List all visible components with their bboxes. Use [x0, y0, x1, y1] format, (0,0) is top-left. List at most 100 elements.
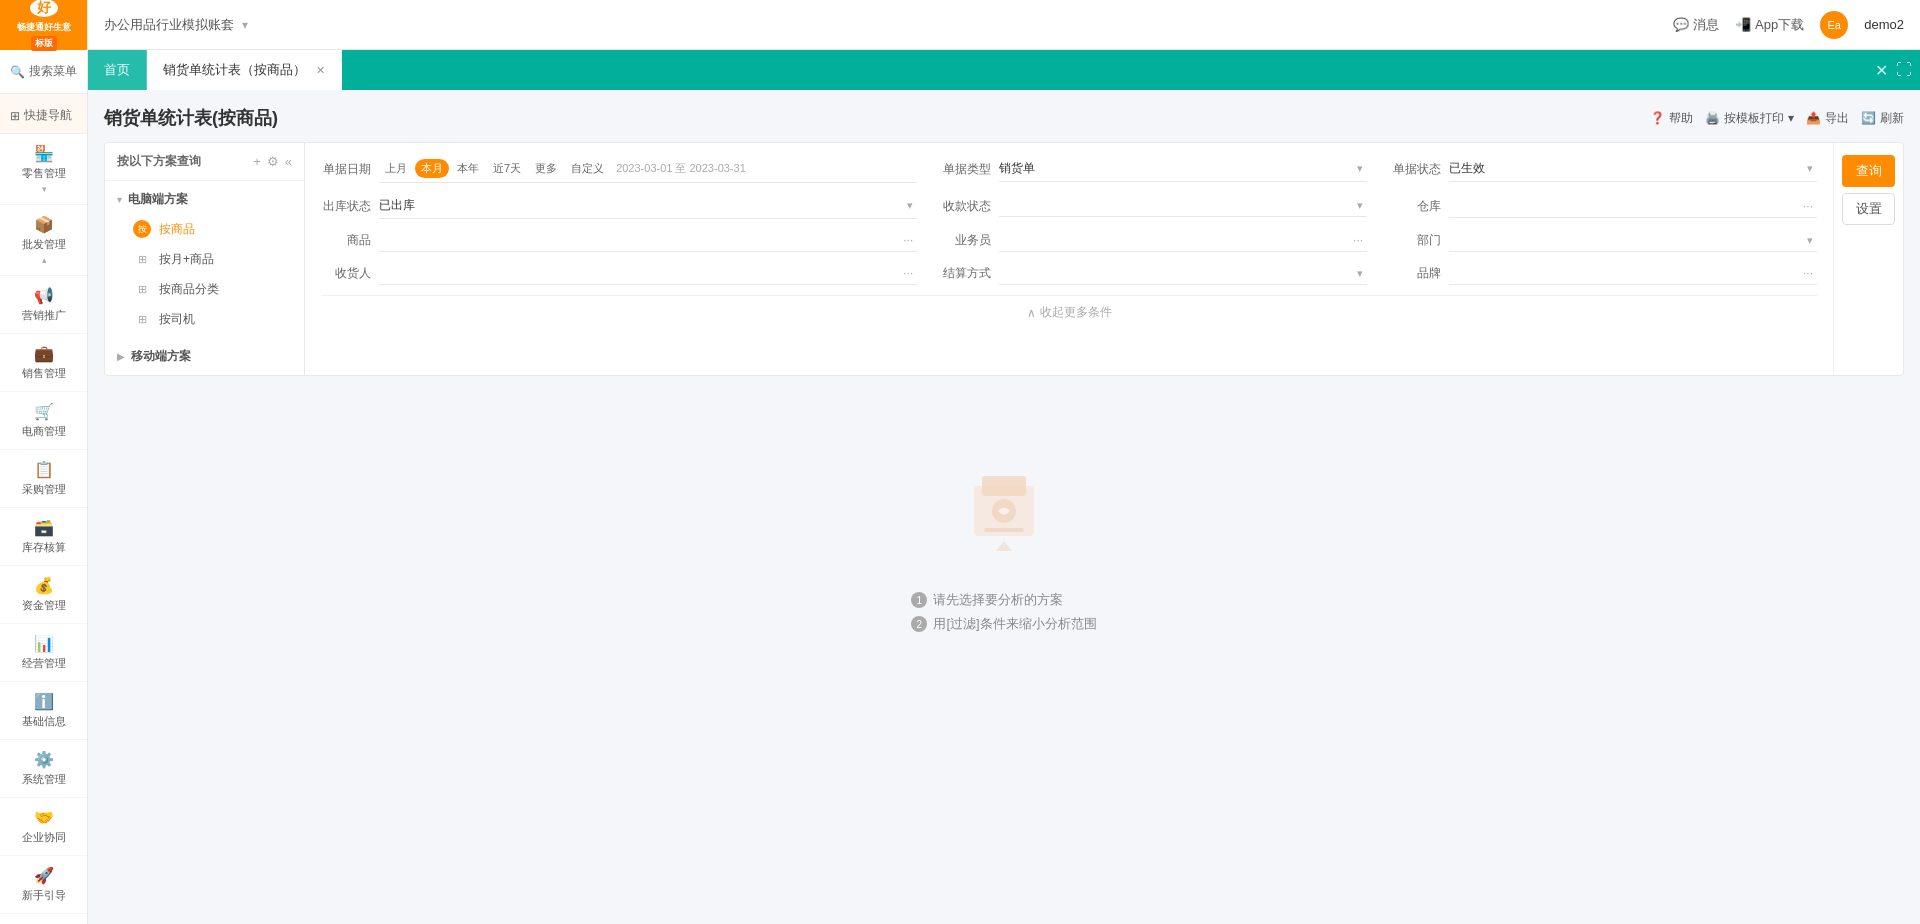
- sidebar-item-purchase[interactable]: 📋 采购管理: [0, 450, 87, 508]
- date-tab-more[interactable]: 更多: [529, 159, 563, 178]
- purchase-icon: 📋: [34, 460, 54, 479]
- add-scheme-icon[interactable]: +: [253, 154, 261, 169]
- doc-type-control[interactable]: 销货单 ▾: [999, 156, 1367, 182]
- brand-more-icon[interactable]: ···: [1803, 266, 1813, 280]
- filter-row-4: 收货人 ··· 结算方式 ▾ 品牌: [321, 262, 1817, 285]
- warehouse-more-icon[interactable]: ···: [1803, 199, 1813, 213]
- user-name: demo2: [1864, 17, 1904, 32]
- app-download-button[interactable]: 📲 App下载: [1735, 16, 1804, 34]
- receiver-more-icon[interactable]: ···: [903, 266, 913, 280]
- sidebar-item-wholesale[interactable]: 📦 批发管理 ▴: [0, 205, 87, 276]
- sidebar-item-guide[interactable]: 🚀 新手引导: [0, 856, 87, 914]
- out-status-control[interactable]: 已出库 ▾: [379, 193, 917, 219]
- receive-status-control[interactable]: ▾: [999, 195, 1367, 217]
- page-action-buttons: ❓ 帮助 🖨️ 按模板打印 ▾ 📤 导出 🔄 刷新: [1650, 110, 1904, 127]
- sidebar-item-marketing[interactable]: 📢 营销推广: [0, 276, 87, 334]
- close-tab-icon[interactable]: ✕: [316, 64, 325, 77]
- wholesale-expand-icon: ▴: [42, 255, 47, 265]
- help-button[interactable]: ❓ 帮助: [1650, 110, 1693, 127]
- sidebar-item-operations[interactable]: 📊 经营管理: [0, 624, 87, 682]
- doc-type-dropdown-icon[interactable]: ▾: [1357, 162, 1363, 175]
- print-button[interactable]: 🖨️ 按模板打印 ▾: [1705, 110, 1794, 127]
- staff-more-icon[interactable]: ···: [1353, 233, 1363, 247]
- doc-status-control[interactable]: 已生效 ▾: [1449, 156, 1817, 182]
- scheme-item-by-driver-label: 按司机: [159, 311, 195, 328]
- pc-group-expand-icon: ▾: [117, 194, 122, 205]
- tab-home[interactable]: 首页: [88, 50, 147, 90]
- sidebar-item-retail[interactable]: 🏪 零售管理 ▾: [0, 134, 87, 205]
- export-button[interactable]: 📤 导出: [1806, 110, 1849, 127]
- empty-tips: 1 请先选择要分析的方案 2 用[过滤]条件来缩小分析范围: [911, 591, 1096, 633]
- settle-dropdown-icon[interactable]: ▾: [1357, 267, 1363, 280]
- settle-control[interactable]: ▾: [999, 263, 1367, 285]
- scheme-panel: 按以下方案查询 + ⚙ « ▾ 电脑端方案 按 按商品: [105, 143, 305, 375]
- settle-label: 结算方式: [941, 265, 991, 282]
- staff-label: 业务员: [941, 232, 991, 249]
- pc-group-header[interactable]: ▾ 电脑端方案: [105, 185, 304, 214]
- brand-filter-field: 品牌 ···: [1391, 262, 1817, 285]
- user-avatar[interactable]: Ea: [1820, 11, 1848, 39]
- brand-label: 品牌: [1391, 265, 1441, 282]
- expand-window-button[interactable]: ⛶: [1896, 61, 1912, 79]
- sidebar-item-app-center[interactable]: 📱 应用中心: [0, 914, 87, 924]
- dept-dropdown-icon[interactable]: ▾: [1807, 234, 1813, 247]
- active-scheme-dot: 按: [133, 220, 151, 238]
- industry-dropdown-icon[interactable]: ▾: [242, 18, 248, 32]
- receive-status-dropdown-icon[interactable]: ▾: [1357, 199, 1363, 212]
- pc-scheme-group: ▾ 电脑端方案 按 按商品 ⊞ 按月+商品 ⊞ 按商品分类: [105, 181, 304, 338]
- brand-control[interactable]: ···: [1449, 262, 1817, 285]
- settings-scheme-icon[interactable]: ⚙: [267, 154, 279, 169]
- topbar-left: 办公用品行业模拟账套 ▾: [104, 16, 248, 34]
- collapse-bar[interactable]: ∧ 收起更多条件: [321, 295, 1817, 329]
- refresh-button[interactable]: 🔄 刷新: [1861, 110, 1904, 127]
- sidebar-item-sales[interactable]: 💼 销售管理: [0, 334, 87, 392]
- sidebar-item-ecommerce[interactable]: 🛒 电商管理: [0, 392, 87, 450]
- setting-button[interactable]: 设置: [1842, 193, 1895, 225]
- wholesale-icon: 📦: [34, 215, 54, 234]
- query-button[interactable]: 查询: [1842, 155, 1895, 187]
- guide-icon: 🚀: [34, 866, 54, 885]
- scheme-item-by-month-goods[interactable]: ⊞ 按月+商品: [105, 244, 304, 274]
- collapse-scheme-icon[interactable]: «: [285, 154, 292, 169]
- sidebar-item-system[interactable]: ⚙️ 系统管理: [0, 740, 87, 798]
- dept-control[interactable]: ▾: [1449, 230, 1817, 252]
- staff-control[interactable]: ···: [999, 229, 1367, 252]
- sidebar-item-basic[interactable]: ℹ️ 基础信息: [0, 682, 87, 740]
- retail-icon: 🏪: [34, 144, 54, 163]
- print-dropdown-icon: ▾: [1788, 111, 1794, 125]
- close-all-tabs-button[interactable]: ✕: [1875, 61, 1888, 80]
- scheme-item-by-goods[interactable]: 按 按商品: [105, 214, 304, 244]
- mobile-group-header[interactable]: ▶ 移动端方案: [105, 342, 304, 371]
- tab-sales-stats[interactable]: 销货单统计表（按商品） ✕: [147, 50, 342, 90]
- date-tab-7days[interactable]: 近7天: [487, 159, 527, 178]
- quick-nav-button[interactable]: ⊞ 快捷导航: [6, 102, 81, 129]
- sidebar-item-finance[interactable]: 💰 资金管理: [0, 566, 87, 624]
- date-filter-control[interactable]: 上月 本月 本年 近7天 更多 自定义 2023-03-01 至 2023-03…: [379, 155, 917, 183]
- sidebar-item-inventory[interactable]: 🗃️ 库存核算: [0, 508, 87, 566]
- empty-tip-1-text: 请先选择要分析的方案: [933, 591, 1063, 609]
- scheme-item-by-driver[interactable]: ⊞ 按司机: [105, 304, 304, 334]
- sidebar-item-cooperation[interactable]: 🤝 企业协同: [0, 798, 87, 856]
- receive-status-filter-field: 收款状态 ▾: [941, 195, 1367, 217]
- collapse-up-icon: ∧: [1027, 306, 1036, 320]
- app-logo-text: 畅捷通好生意: [17, 21, 71, 34]
- date-tab-last-month[interactable]: 上月: [379, 159, 413, 178]
- refresh-icon: 🔄: [1861, 111, 1876, 125]
- out-status-value: 已出库: [379, 197, 903, 214]
- receiver-control[interactable]: ···: [379, 262, 917, 285]
- dept-label: 部门: [1391, 232, 1441, 249]
- app-logo-sub: 标版: [31, 36, 57, 51]
- date-tab-this-year[interactable]: 本年: [451, 159, 485, 178]
- search-menu-button[interactable]: 🔍 搜索菜单: [6, 58, 81, 85]
- date-tab-this-month[interactable]: 本月: [415, 159, 449, 178]
- warehouse-control[interactable]: ···: [1449, 195, 1817, 218]
- doc-status-dropdown-icon[interactable]: ▾: [1807, 162, 1813, 175]
- out-status-dropdown-icon[interactable]: ▾: [907, 199, 913, 212]
- message-button[interactable]: 💬 消息: [1673, 16, 1719, 34]
- date-tab-custom[interactable]: 自定义: [565, 159, 610, 178]
- doc-type-value: 销货单: [999, 160, 1353, 177]
- goods-more-icon[interactable]: ···: [903, 233, 913, 247]
- export-icon: 📤: [1806, 111, 1821, 125]
- scheme-item-by-category[interactable]: ⊞ 按商品分类: [105, 274, 304, 304]
- goods-control[interactable]: ···: [379, 229, 917, 252]
